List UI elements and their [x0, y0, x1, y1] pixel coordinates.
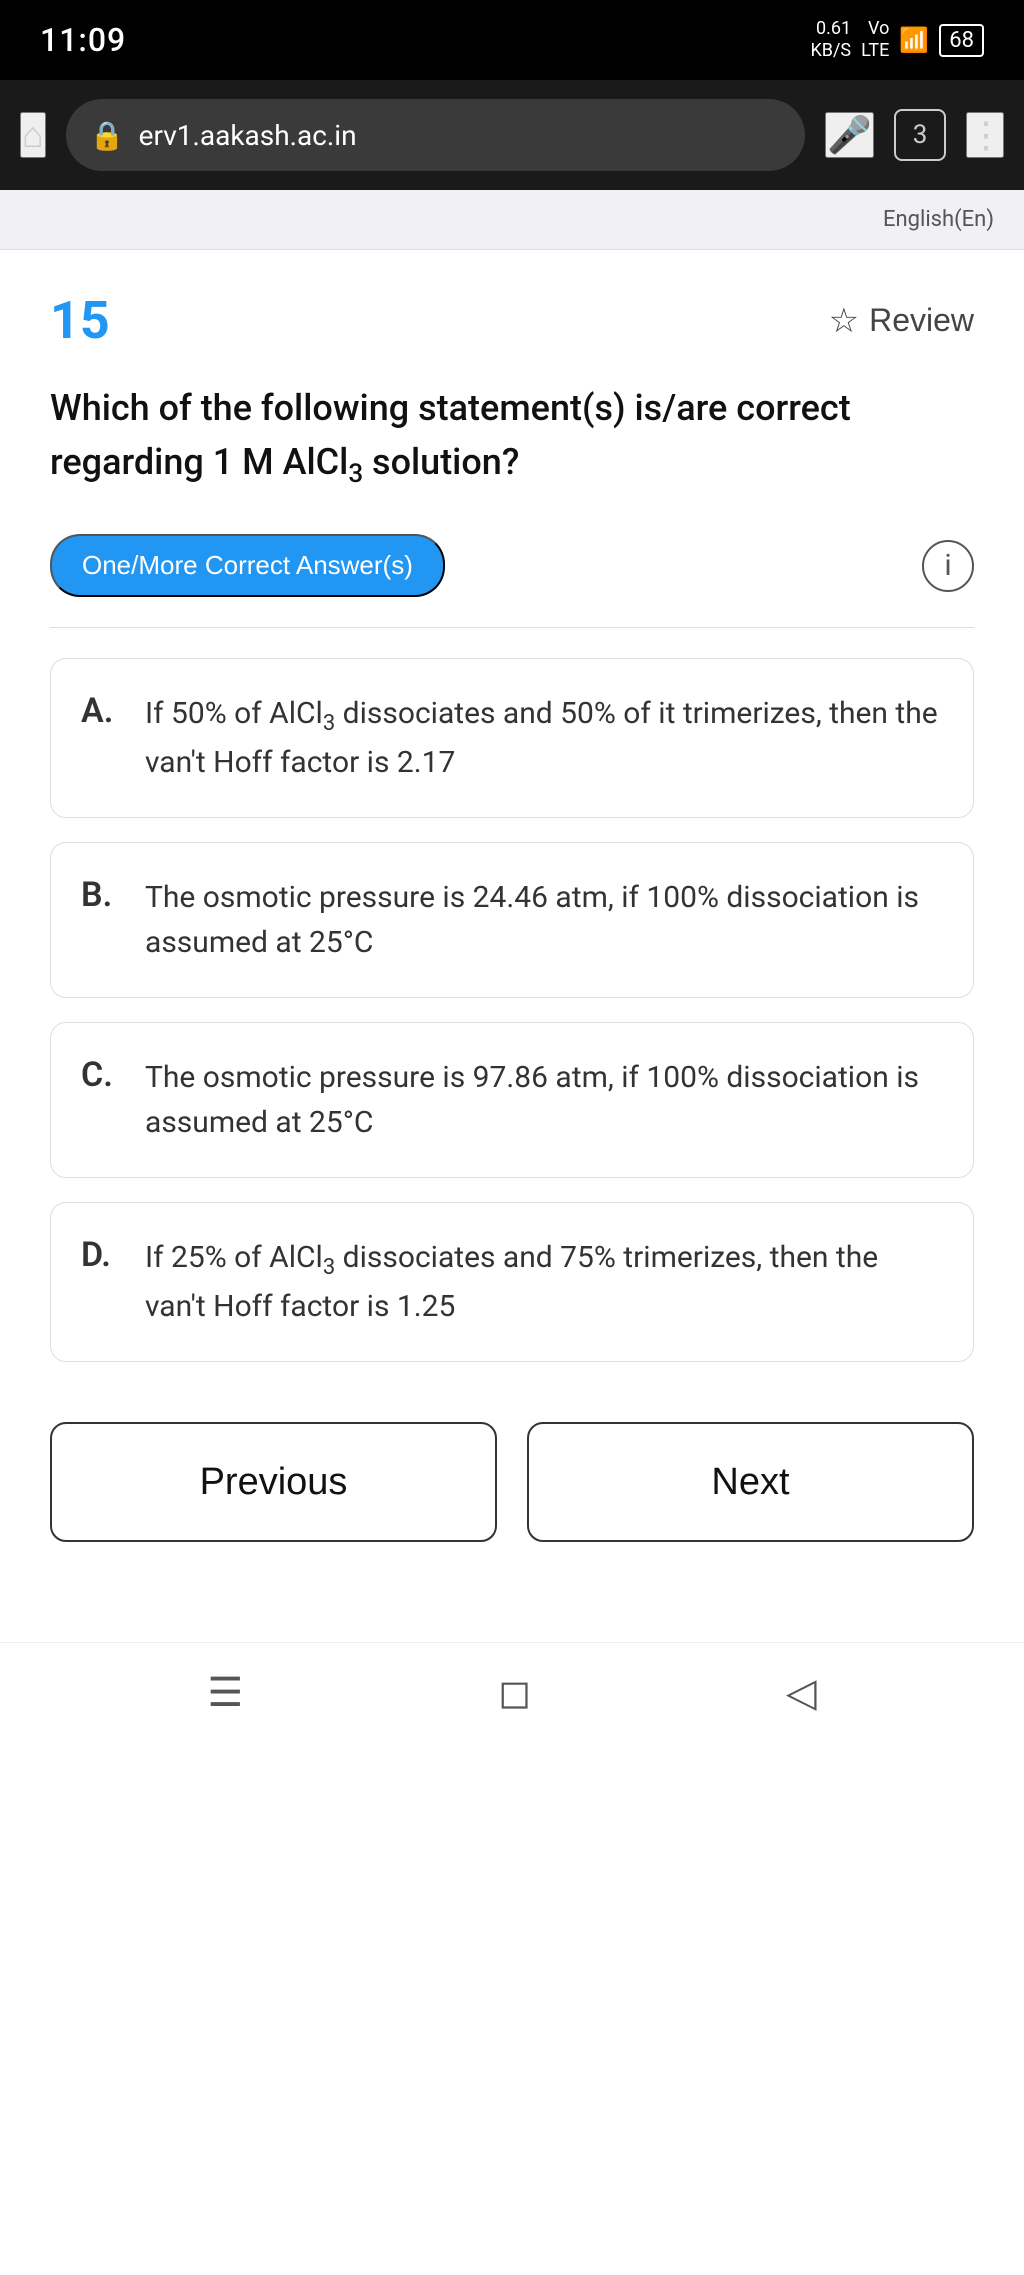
url-bar[interactable]: 🔒 erv1.aakash.ac.in [66, 99, 805, 171]
question-number: 15 [50, 290, 110, 351]
option-d-label: D. [81, 1235, 121, 1275]
question-header: 15 ☆ Review [50, 290, 974, 351]
option-b[interactable]: B. The osmotic pressure is 24.46 atm, if… [50, 842, 974, 998]
question-text: Which of the following statement(s) is/a… [50, 381, 974, 494]
answer-type-badge[interactable]: One/More Correct Answer(s) [50, 534, 445, 597]
signal-icon: 📶 [899, 26, 929, 54]
status-icons: 0.61 KB/S Vo LTE 📶 68 [811, 18, 985, 61]
battery-icon: 68 [939, 24, 984, 57]
option-c-label: C. [81, 1055, 121, 1095]
main-content: 15 ☆ Review Which of the following state… [0, 250, 1024, 1642]
divider [50, 627, 974, 628]
menu-button[interactable]: ⋮ [966, 112, 1004, 158]
option-c-text: The osmotic pressure is 97.86 atm, if 10… [145, 1055, 943, 1145]
info-icon[interactable]: i [922, 540, 974, 592]
option-c[interactable]: C. The osmotic pressure is 97.86 atm, if… [50, 1022, 974, 1178]
data-speed: 0.61 KB/S [811, 18, 852, 61]
android-home-button[interactable]: ◻ [498, 1670, 531, 1716]
content-banner: English(En) [0, 190, 1024, 250]
url-text: erv1.aakash.ac.in [139, 119, 782, 152]
status-time: 11:09 [40, 21, 126, 59]
microphone-button[interactable]: 🎤 [825, 112, 874, 158]
status-bar: 11:09 0.61 KB/S Vo LTE 📶 68 [0, 0, 1024, 80]
android-back-button[interactable]: ◁ [786, 1670, 817, 1716]
next-button[interactable]: Next [527, 1422, 974, 1542]
home-button[interactable]: ⌂ [20, 112, 46, 158]
option-b-label: B. [81, 875, 121, 915]
browser-bar: ⌂ 🔒 erv1.aakash.ac.in 🎤 3 ⋮ [0, 80, 1024, 190]
previous-button[interactable]: Previous [50, 1422, 497, 1542]
network-type: Vo LTE [861, 18, 889, 61]
star-icon: ☆ [829, 301, 859, 341]
navigation-buttons: Previous Next [50, 1422, 974, 1542]
android-nav-bar: ☰ ◻ ◁ [0, 1642, 1024, 1742]
answer-type-row: One/More Correct Answer(s) i [50, 534, 974, 597]
lock-icon: 🔒 [90, 119, 125, 152]
review-label: Review [869, 302, 974, 339]
option-a[interactable]: A. If 50% of AlCl3 dissociates and 50% o… [50, 658, 974, 818]
option-d-text: If 25% of AlCl3 dissociates and 75% trim… [145, 1235, 943, 1329]
language-text: English(En) [883, 207, 994, 232]
options-list: A. If 50% of AlCl3 dissociates and 50% o… [50, 658, 974, 1362]
option-d[interactable]: D. If 25% of AlCl3 dissociates and 75% t… [50, 1202, 974, 1362]
review-button[interactable]: ☆ Review [829, 301, 974, 341]
android-menu-button[interactable]: ☰ [207, 1670, 243, 1716]
tabs-button[interactable]: 3 [894, 109, 946, 161]
option-a-text: If 50% of AlCl3 dissociates and 50% of i… [145, 691, 943, 785]
option-a-label: A. [81, 691, 121, 731]
option-b-text: The osmotic pressure is 24.46 atm, if 10… [145, 875, 943, 965]
